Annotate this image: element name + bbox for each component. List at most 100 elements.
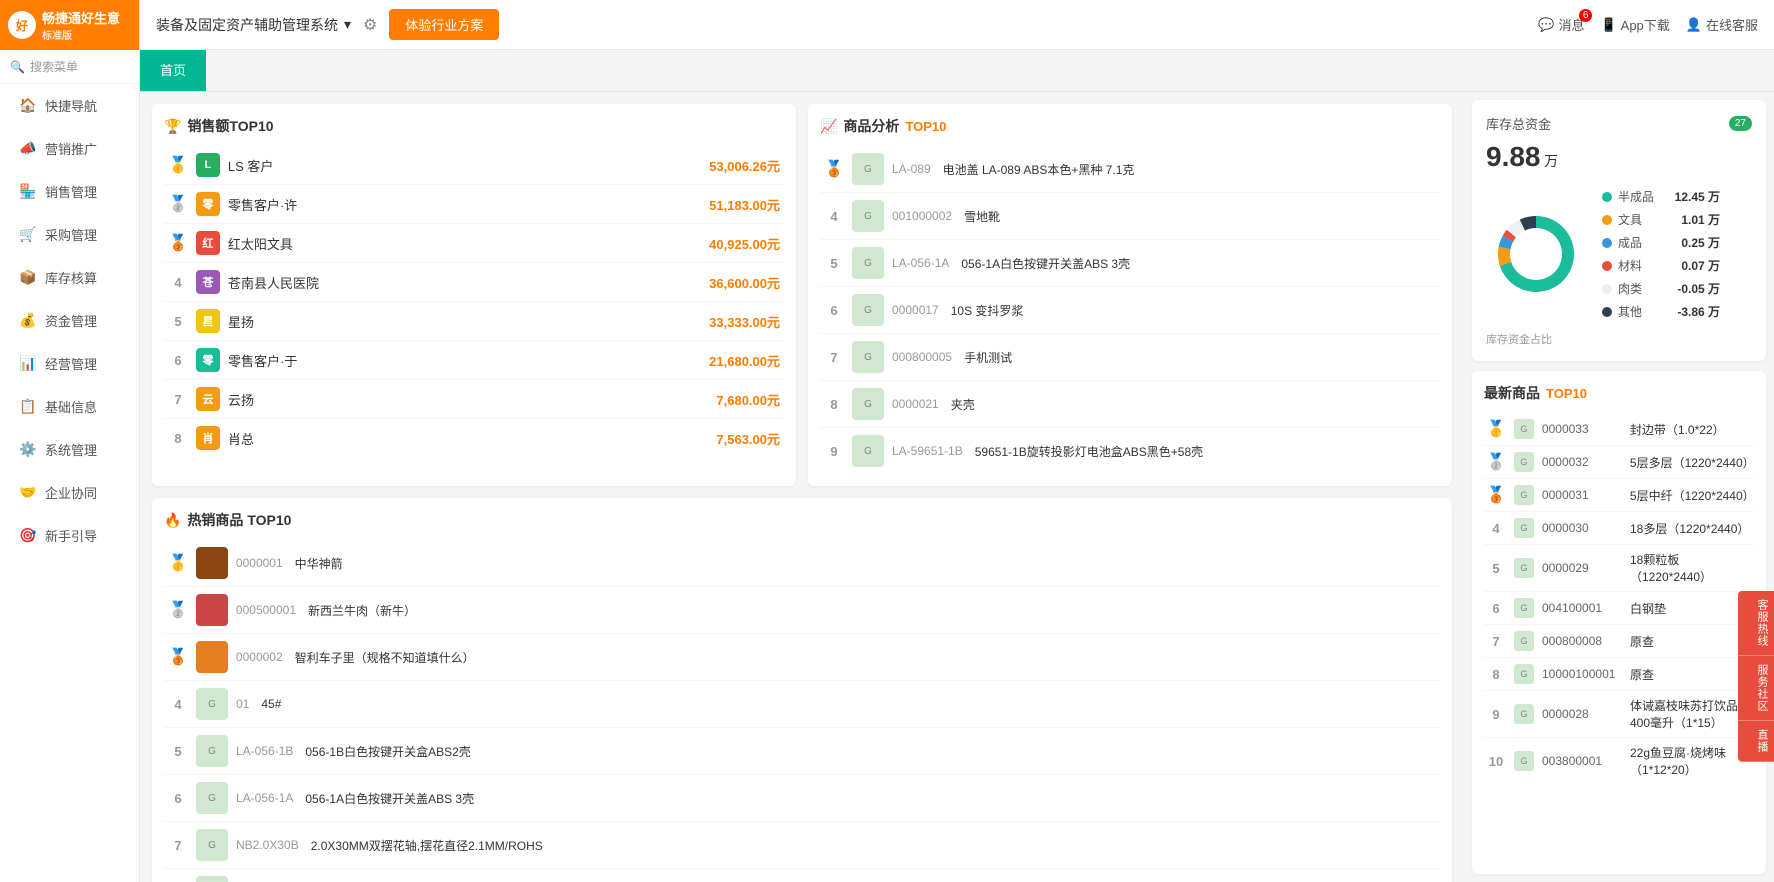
product-code: LA-056-1A (236, 791, 293, 805)
new-product-code: 0000032 (1542, 455, 1622, 469)
top-product-right-item: 🥉 G LA-089 电池盖 LA-089 ABS本色+黑种 7.1克 (820, 146, 1440, 193)
product-name: 056-1A白色按键开关盖ABS 3壳 (961, 255, 1130, 272)
legend-label: 半成品 (1618, 188, 1654, 205)
sidebar-item-system[interactable]: ⚙️ 系统管理 (0, 428, 139, 471)
inventory-amount-number: 9.88 (1486, 141, 1541, 172)
customer-value: 7,680.00元 (716, 390, 780, 409)
new-product-code: 0000028 (1542, 707, 1622, 721)
sidebar-item-cooperation[interactable]: 🤝 企业协同 (0, 471, 139, 514)
nav-label-system: 系统管理 (45, 440, 97, 459)
legend-color-dot (1602, 261, 1612, 271)
legend-item: 成品 0.25 万 (1602, 231, 1720, 254)
sidebar-item-inventory[interactable]: 📦 库存核算 (0, 256, 139, 299)
product-code: 0000001 (236, 556, 283, 570)
new-products-badge: TOP10 (1546, 386, 1587, 401)
product-name: 056-1A白色按键开关盖ABS 3壳 (305, 790, 474, 807)
nav-label-finance: 资金管理 (45, 311, 97, 330)
top-product-right-item: 4 G 001000002 雪地靴 (820, 193, 1440, 240)
inventory-card: 库存总资金 27 9.88 万 半成品 12.45 万 文具 1.01 万 成品… (1472, 100, 1766, 361)
product-code: 0000017 (892, 303, 939, 317)
sidebar-item-finance[interactable]: 💰 资金管理 (0, 299, 139, 342)
try-plan-button[interactable]: 体验行业方案 (389, 9, 499, 40)
online-service-button[interactable]: 👤 在线客服 (1686, 15, 1758, 34)
new-product-thumb: G (1514, 704, 1534, 724)
message-button[interactable]: 💬 消息 6 (1538, 15, 1584, 34)
sidebar-item-operation[interactable]: 📊 经营管理 (0, 342, 139, 385)
fire-icon: 🔥 (164, 512, 181, 529)
product-code: 0000002 (236, 650, 283, 664)
hot-product-item: 🥈 000500001 新西兰牛肉（新牛） (164, 587, 1440, 634)
product-thumb: G (852, 294, 884, 326)
new-product-name: 22g鱼豆腐·烧烤味（1*12*20） (1630, 744, 1752, 778)
content-left: 🏆 销售额TOP10 🥇 L LS 客户 53,006.26元 🥈 零 零售客户… (140, 92, 1464, 882)
sidebar-item-marketing[interactable]: 📣 营销推广 (0, 127, 139, 170)
customer-rank-item: 5 星 星扬 33,333.00元 (164, 302, 784, 341)
product-name: 10S 变抖罗浆 (951, 302, 1024, 319)
top-product-right-item: 5 G LA-056-1A 056-1A白色按键开关盖ABS 3壳 (820, 240, 1440, 287)
customer-rank-item: 6 零 零售客户·于 21,680.00元 (164, 341, 784, 380)
customer-avatar: 红 (196, 231, 220, 255)
hot-products-title: 🔥 热销商品 TOP10 (164, 510, 1440, 530)
sidebar-item-purchase[interactable]: 🛒 采购管理 (0, 213, 139, 256)
content: 🏆 销售额TOP10 🥇 L LS 客户 53,006.26元 🥈 零 零售客户… (140, 92, 1774, 882)
new-product-thumb: G (1514, 558, 1534, 578)
finance-icon: 💰 (19, 312, 37, 330)
customer-avatar: 零 (196, 192, 220, 216)
customer-rank-item: 8 肖 肖总 7,563.00元 (164, 419, 784, 457)
product-thumb: G (852, 341, 884, 373)
nav-label-sales: 销售管理 (45, 182, 97, 201)
customer-avatar: 云 (196, 387, 220, 411)
new-product-item: 5 G 0000029 18颗粒板（1220*2440） (1484, 545, 1754, 592)
sidebar-item-quick-nav[interactable]: 🏠 快捷导航 (0, 84, 139, 127)
sidebar: 好 畅捷通好生意 标准版 🔍 搜索菜单 🏠 快捷导航 📣 营销推广 🏪 销售管理… (0, 0, 140, 882)
new-product-code: 0000029 (1542, 561, 1622, 575)
product-code: NB2.0X30B (236, 838, 299, 852)
new-product-item: 🥇 G 0000033 封边带（1.0*22） (1484, 413, 1754, 446)
product-code: 000800005 (892, 350, 952, 364)
sidebar-search[interactable]: 🔍 搜索菜单 (0, 50, 139, 84)
service-community-btn[interactable]: 服务社区 (1738, 656, 1774, 721)
live-btn[interactable]: 直播 (1738, 721, 1774, 762)
sidebar-item-guide[interactable]: 🎯 新手引导 (0, 514, 139, 557)
new-product-item: 6 G 004100001 白钢垫 (1484, 592, 1754, 625)
new-products-card: 最新商品 TOP10 🥇 G 0000033 封边带（1.0*22） 🥈 G 0… (1472, 371, 1766, 874)
product-name: 59651-1B旋转投影灯电池盒ABS黑色+58壳 (975, 443, 1203, 460)
hot-product-item: 4 G 01 45# (164, 681, 1440, 728)
hot-product-item: 7 G NB2.0X30B 2.0X30MM双摆花轴,摆花直径2.1MM/ROH… (164, 822, 1440, 869)
settings-icon[interactable]: ⚙ (363, 15, 377, 35)
purchase-icon: 🛒 (19, 226, 37, 244)
customer-value: 51,183.00元 (709, 195, 780, 214)
product-image (196, 594, 228, 626)
customer-rank-item: 🥇 L LS 客户 53,006.26元 (164, 146, 784, 185)
topbar-title[interactable]: 装备及固定资产辅助管理系统 ▾ (156, 15, 351, 35)
sidebar-item-sales[interactable]: 🏪 销售管理 (0, 170, 139, 213)
product-thumb-placeholder: G (196, 876, 228, 882)
customer-avatar: 零 (196, 348, 220, 372)
chart-icon: 📈 (820, 118, 837, 135)
customer-rank-item: 🥉 红 红太阳文具 40,925.00元 (164, 224, 784, 263)
customer-value: 36,600.00元 (709, 273, 780, 292)
floating-buttons: 客服热线 服务社区 直播 (1738, 591, 1774, 762)
app-download-button[interactable]: 📱 App下载 (1600, 15, 1669, 34)
inventory-title: 库存总资金 (1486, 114, 1551, 133)
customer-rank-item: 4 苍 苍南县人民医院 36,600.00元 (164, 263, 784, 302)
nav-label-operation: 经营管理 (45, 354, 97, 373)
product-code: LA-089 (892, 162, 931, 176)
customer-value: 40,925.00元 (709, 234, 780, 253)
basic-icon: 📋 (19, 398, 37, 416)
new-product-name: 白钢垫 (1630, 600, 1752, 617)
tab-home[interactable]: 首页 (140, 50, 206, 91)
customer-value: 53,006.26元 (709, 156, 780, 175)
product-name: 雪地靴 (964, 208, 1000, 225)
logo-text-group: 畅捷通好生意 标准版 (42, 8, 120, 42)
customer-service-btn[interactable]: 客服热线 (1738, 591, 1774, 656)
new-product-thumb: G (1514, 631, 1534, 651)
product-code: LA-59651-1B (892, 444, 963, 458)
legend-value: 1.01 万 (1660, 211, 1720, 228)
top-customers-title: 🏆 销售额TOP10 (164, 116, 784, 136)
new-product-item: 🥈 G 0000032 5层多层（1220*2440） (1484, 446, 1754, 479)
top-product-right-item: 7 G 000800005 手机测试 (820, 334, 1440, 381)
customer-avatar: 星 (196, 309, 220, 333)
customer-name: 红太阳文具 (228, 234, 701, 253)
sidebar-item-basic[interactable]: 📋 基础信息 (0, 385, 139, 428)
